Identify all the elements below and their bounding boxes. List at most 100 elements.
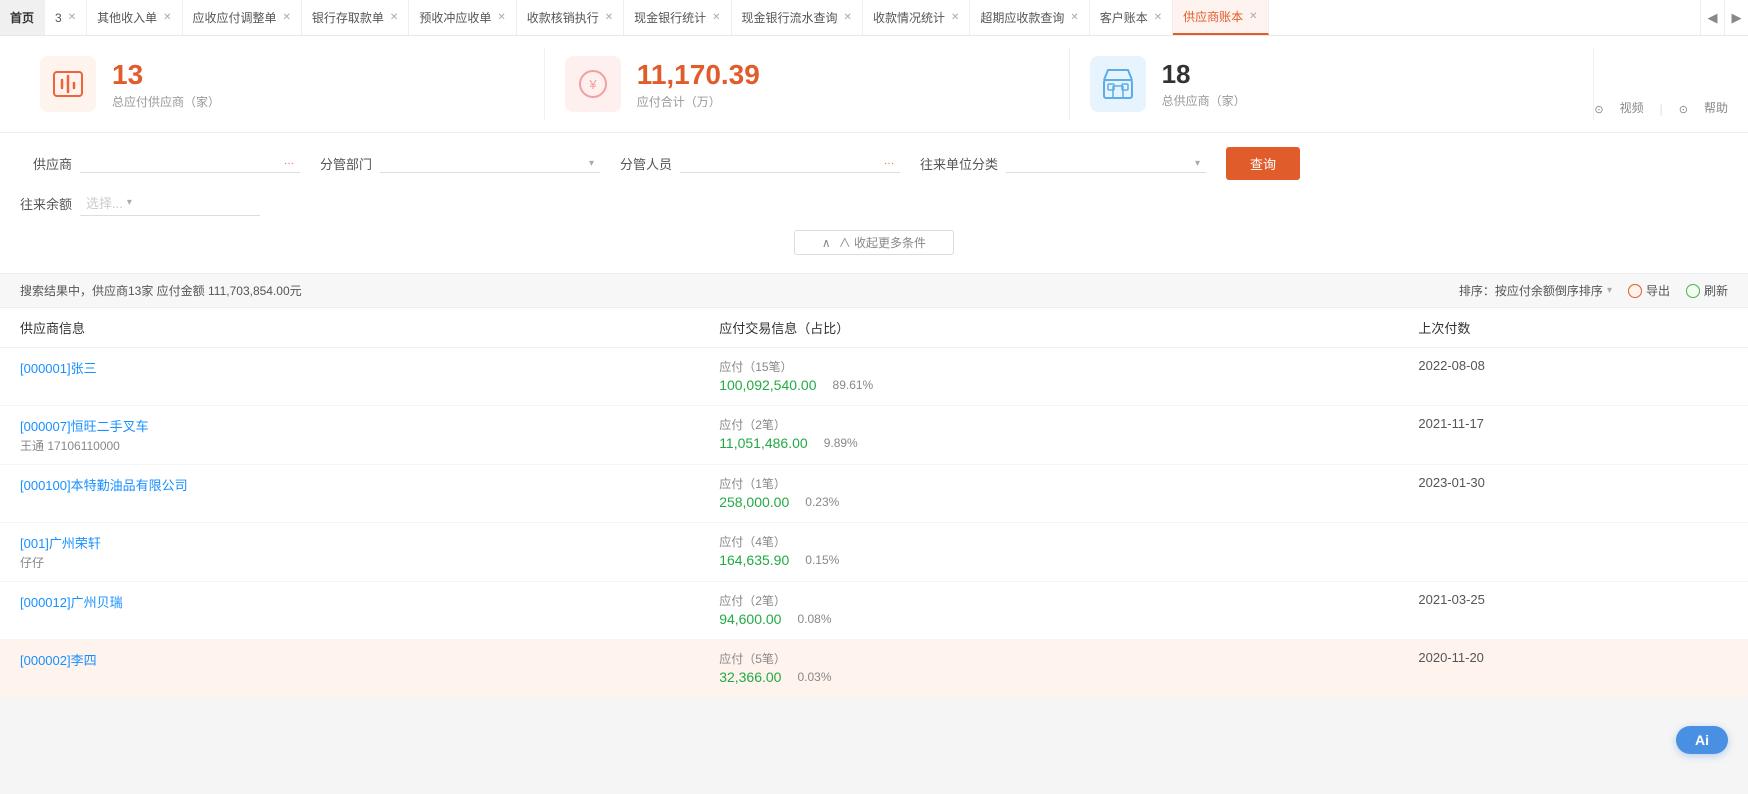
filter-area: 供应商 ··· 分管部门 ▾ 分管人员 ··· 往来单位分类 — [0, 133, 1748, 274]
unit-class-select[interactable]: ▾ — [1006, 155, 1206, 173]
nav-arrows: ◀ ▶ — [1700, 0, 1748, 36]
supplier-link[interactable]: [000002]李四 — [20, 653, 97, 668]
supplier-link[interactable]: [000012]广州贝瑞 — [20, 595, 123, 610]
filter-row-1: 供应商 ··· 分管部门 ▾ 分管人员 ··· 往来单位分类 — [20, 147, 1728, 180]
nav-prev-arrow[interactable]: ◀ — [1700, 0, 1724, 36]
nav-receipt-verify[interactable]: 收款核销执行 ✕ — [517, 0, 624, 35]
txn-amount[interactable]: 258,000.00 — [719, 494, 789, 510]
txn-info-cell: 应付（2笔）94,600.000.08% — [699, 582, 1398, 640]
nav-overdue-ar-label: 超期应收款查询 — [980, 9, 1064, 26]
person-select[interactable]: ··· — [680, 155, 900, 173]
nav-overdue-ar[interactable]: 超期应收款查询 ✕ — [970, 0, 1089, 35]
nav-tab3[interactable]: 3 ✕ — [45, 0, 87, 35]
nav-other-income-close[interactable]: ✕ — [163, 12, 171, 23]
nav-receipt-stat-close[interactable]: ✕ — [951, 12, 959, 23]
txn-amount[interactable]: 11,051,486.00 — [719, 435, 808, 451]
ai-button[interactable]: Ai — [1676, 726, 1728, 754]
supplier-info-cell: [000001]张三 — [0, 348, 699, 406]
nav-tab3-close[interactable]: ✕ — [68, 12, 76, 23]
sort-control[interactable]: 排序：按应付余额倒序排序 ▾ — [1459, 282, 1612, 299]
table-row: [000002]李四应付（5笔）32,366.000.03%2020-11-20 — [0, 640, 1748, 698]
payable-total-label: 应付合计（万） — [637, 93, 760, 110]
txn-pct: 0.23% — [805, 495, 839, 509]
txn-amount[interactable]: 94,600.00 — [719, 611, 781, 627]
nav-customer-ledger[interactable]: 客户账本 ✕ — [1090, 0, 1173, 35]
last-payment-cell: 2021-11-17 — [1398, 406, 1748, 465]
unit-class-select-arrow: ▾ — [1195, 158, 1200, 169]
person-filter-label: 分管人员 — [620, 154, 672, 173]
summary-payable-total: ¥ 11,170.39 应付合计（万） — [545, 48, 1070, 120]
nav-other-income-label: 其他收入单 — [97, 9, 157, 26]
supplier-table: 供应商信息 应付交易信息（占比） 上次付数 [000001]张三应付（15笔）1… — [0, 308, 1748, 698]
summary-total-suppliers-text: 18 总供应商（家） — [1162, 59, 1246, 109]
supplier-filter-label: 供应商 — [20, 154, 72, 173]
supplier-link[interactable]: [000100]本特勤油品有限公司 — [20, 478, 188, 493]
txn-pct: 89.61% — [833, 378, 874, 392]
supplier-icon — [40, 56, 96, 112]
refresh-button[interactable]: 刷新 — [1686, 282, 1728, 299]
nav-customer-ledger-close[interactable]: ✕ — [1154, 12, 1162, 23]
nav-customer-ledger-label: 客户账本 — [1100, 9, 1148, 26]
query-button[interactable]: 查询 — [1226, 147, 1300, 180]
sort-label: 排序：按应付余额倒序排序 — [1459, 282, 1603, 299]
txn-info-cell: 应付（4笔）164,635.900.15% — [699, 523, 1398, 582]
result-bar: 搜索结果中，供应商13家 应付金额 111,703,854.00元 排序：按应付… — [0, 274, 1748, 308]
supplier-link[interactable]: [000007]恒旺二手叉车 — [20, 419, 149, 434]
sort-arrow-icon: ▾ — [1607, 285, 1612, 296]
nav-cash-bank-stat-close[interactable]: ✕ — [712, 12, 720, 23]
balance-placeholder: 选择... — [86, 193, 123, 212]
txn-amount[interactable]: 100,092,540.00 — [719, 377, 816, 393]
nav-next-arrow[interactable]: ▶ — [1724, 0, 1748, 36]
export-button[interactable]: 导出 — [1628, 282, 1670, 299]
nav-cash-bank-stat-label: 现金银行统计 — [634, 9, 706, 26]
nav-supplier-ledger-label: 供应商账本 — [1183, 8, 1243, 25]
nav-prepay-ar[interactable]: 预收冲应收单 ✕ — [409, 0, 516, 35]
txn-pct: 0.08% — [797, 612, 831, 626]
dept-select[interactable]: ▾ — [380, 155, 600, 173]
help-link[interactable]: 帮助 — [1704, 99, 1728, 116]
nav-other-income[interactable]: 其他收入单 ✕ — [87, 0, 182, 35]
txn-amount[interactable]: 164,635.90 — [719, 552, 789, 568]
nav-receipt-verify-label: 收款核销执行 — [527, 9, 599, 26]
last-payment-date: 2023-01-30 — [1418, 475, 1485, 490]
txn-amount[interactable]: 32,366.00 — [719, 669, 781, 685]
nav-bank-deposit[interactable]: 银行存取款单 ✕ — [302, 0, 409, 35]
nav-cash-bank-query[interactable]: 现金银行流水查询 ✕ — [732, 0, 863, 35]
person-select-dots: ··· — [884, 158, 894, 169]
total-suppliers-label: 总供应商（家） — [1162, 92, 1246, 109]
export-icon — [1628, 284, 1642, 298]
last-payment-cell — [1398, 523, 1748, 582]
nav-ar-ap-adjust-close[interactable]: ✕ — [283, 12, 291, 23]
summary-bar: 13 总应付供应商（家） ¥ 11,170.39 应付合计（万） — [0, 36, 1748, 133]
table-row: [000100]本特勤油品有限公司应付（1笔）258,000.000.23%20… — [0, 465, 1748, 523]
video-link[interactable]: 视频 — [1620, 99, 1644, 116]
nav-bank-deposit-label: 银行存取款单 — [312, 9, 384, 26]
supplier-link[interactable]: [001]广州荣轩 — [20, 536, 101, 551]
nav-receipt-verify-close[interactable]: ✕ — [605, 12, 613, 23]
collapse-button[interactable]: ∧ ∧ 收起更多条件 — [794, 230, 954, 255]
balance-filter-label: 往来余额 — [20, 194, 72, 213]
nav-receipt-stat[interactable]: 收款情况统计 ✕ — [863, 0, 970, 35]
last-payment-cell: 2022-08-08 — [1398, 348, 1748, 406]
nav-cash-bank-stat[interactable]: 现金银行统计 ✕ — [624, 0, 731, 35]
payable-total-number: 11,170.39 — [637, 58, 760, 92]
nav-bank-deposit-close[interactable]: ✕ — [390, 12, 398, 23]
unit-class-filter-label: 往来单位分类 — [920, 154, 998, 173]
nav-ar-ap-adjust[interactable]: 应收应付调整单 ✕ — [183, 0, 302, 35]
summary-links: ⊙ 视频 | ⊙ 帮助 — [1594, 48, 1728, 120]
supplier-link[interactable]: [000001]张三 — [20, 361, 97, 376]
refresh-icon — [1686, 284, 1700, 298]
summary-total-suppliers: 18 总供应商（家） — [1070, 48, 1595, 120]
nav-prepay-ar-close[interactable]: ✕ — [497, 12, 505, 23]
supplier-select[interactable]: ··· — [80, 155, 300, 173]
balance-select[interactable]: 选择... ▾ — [80, 190, 260, 216]
nav-supplier-ledger-close[interactable]: ✕ — [1249, 11, 1257, 22]
col-last-payment: 上次付数 — [1398, 308, 1748, 348]
txn-label: 应付（5笔） — [719, 650, 1378, 667]
nav-cash-bank-query-close[interactable]: ✕ — [844, 12, 852, 23]
nav-home[interactable]: 首页 — [0, 0, 45, 35]
nav-cash-bank-query-label: 现金银行流水查询 — [742, 9, 838, 26]
nav-overdue-ar-close[interactable]: ✕ — [1070, 12, 1078, 23]
ai-button-label: Ai — [1695, 732, 1709, 748]
nav-supplier-ledger[interactable]: 供应商账本 ✕ — [1173, 0, 1268, 35]
